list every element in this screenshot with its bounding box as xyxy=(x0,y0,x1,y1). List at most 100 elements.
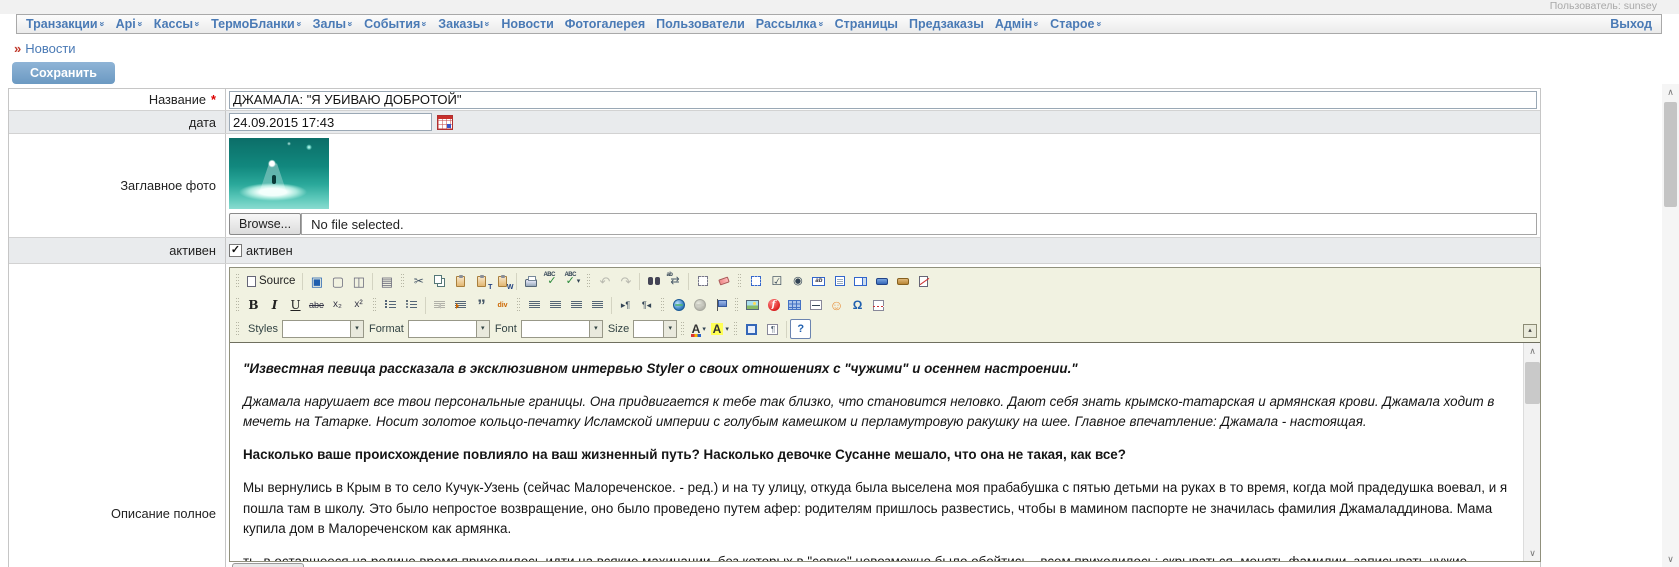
calendar-icon[interactable] xyxy=(437,114,453,130)
table-icon[interactable] xyxy=(784,295,805,315)
image-button-icon[interactable] xyxy=(892,271,913,291)
scroll-up-arrow-icon[interactable] xyxy=(1524,343,1540,359)
horizontal-rule-icon[interactable] xyxy=(805,295,826,315)
cut-icon[interactable]: ✂ xyxy=(408,271,429,291)
nav-item-kassy[interactable]: Кассы» xyxy=(154,17,203,31)
editor-content-area[interactable]: "Известная певица рассказала в эксклюзив… xyxy=(230,342,1540,561)
bulleted-list-icon[interactable] xyxy=(401,295,422,315)
nav-item-stranicy[interactable]: Страницы xyxy=(835,17,898,31)
image-icon[interactable] xyxy=(742,295,763,315)
page-scrollbar-thumb[interactable] xyxy=(1664,102,1677,207)
about-icon[interactable]: ? xyxy=(790,319,812,339)
text-direction-ltr-icon[interactable]: ▸¶ xyxy=(615,295,636,315)
textarea-icon[interactable] xyxy=(829,271,850,291)
font-select[interactable]: ▾ xyxy=(520,320,603,338)
text-field-icon[interactable] xyxy=(808,271,829,291)
selection-field-icon[interactable] xyxy=(850,271,871,291)
text-color-icon[interactable]: A ▾ xyxy=(688,319,709,339)
subscript-icon[interactable]: x₂ xyxy=(327,295,348,315)
find-icon[interactable] xyxy=(643,271,664,291)
chevron-down-icon[interactable]: ▾ xyxy=(663,321,677,337)
save-icon[interactable]: ▣ xyxy=(306,271,327,291)
italic-icon[interactable]: I xyxy=(264,295,285,315)
nav-item-novosti[interactable]: Новости xyxy=(501,17,553,31)
nav-logout[interactable]: Выход xyxy=(1610,17,1652,31)
nav-item-rassylka[interactable]: Рассылка» xyxy=(756,17,826,31)
new-page-icon[interactable]: ▢ xyxy=(327,271,348,291)
nav-item-tranzakcii[interactable]: Транзакции» xyxy=(26,17,107,31)
text-direction-rtl-icon[interactable]: ¶◂ xyxy=(636,295,657,315)
align-justify-icon[interactable] xyxy=(587,295,608,315)
nav-item-predzakazy[interactable]: Предзаказы xyxy=(909,17,984,31)
browse-button[interactable]: Browse... xyxy=(229,213,302,235)
paste-plain-text-icon[interactable]: T xyxy=(471,271,492,291)
select-all-icon[interactable] xyxy=(692,271,713,291)
editor-scrollbar-thumb[interactable] xyxy=(1525,362,1540,404)
bold-icon[interactable]: B xyxy=(243,295,264,315)
print-icon[interactable] xyxy=(520,271,541,291)
underline-icon[interactable]: U xyxy=(285,295,306,315)
align-right-icon[interactable] xyxy=(566,295,587,315)
date-input[interactable] xyxy=(229,113,432,131)
maximize-icon[interactable] xyxy=(741,319,762,339)
smiley-icon[interactable]: ☺ xyxy=(826,295,847,315)
chevron-down-icon: ▾ xyxy=(725,326,729,333)
scayt-icon[interactable]: ✓ ABC ▾ xyxy=(562,271,583,291)
check-spelling-icon[interactable]: ✓ ABC xyxy=(541,271,562,291)
title-input[interactable] xyxy=(229,90,1537,109)
anchor-icon[interactable] xyxy=(710,295,731,315)
breadcrumb-link-news[interactable]: Новости xyxy=(25,41,75,56)
page-break-icon[interactable] xyxy=(868,295,889,315)
nav-item-polzovateli[interactable]: Пользователи xyxy=(656,17,745,31)
div-container-icon[interactable]: div xyxy=(492,295,513,315)
paste-icon[interactable] xyxy=(450,271,471,291)
nav-item-sobytiya[interactable]: События» xyxy=(364,17,430,31)
nav-item-zakazy[interactable]: Заказы» xyxy=(438,17,493,31)
format-select[interactable]: ▾ xyxy=(407,320,490,338)
special-character-icon[interactable]: Ω xyxy=(847,295,868,315)
radio-button-icon[interactable]: ◉ xyxy=(787,271,808,291)
active-checkbox[interactable] xyxy=(229,244,242,257)
remove-format-icon[interactable] xyxy=(713,271,734,291)
replace-icon[interactable]: ⇄ ab xyxy=(664,271,685,291)
link-icon[interactable] xyxy=(668,295,689,315)
source-button[interactable]: Source xyxy=(243,271,299,291)
page-scrollbar[interactable] xyxy=(1662,84,1679,567)
button-icon[interactable] xyxy=(871,271,892,291)
chevron-down-icon[interactable]: ▾ xyxy=(349,321,363,337)
nav-item-admin[interactable]: Адмiн» xyxy=(995,17,1042,31)
nav-item-api[interactable]: Api» xyxy=(116,17,146,31)
numbered-list-icon[interactable] xyxy=(380,295,401,315)
save-button[interactable]: Сохранить xyxy=(12,62,115,84)
flash-icon[interactable] xyxy=(763,295,784,315)
strikethrough-icon[interactable]: abe xyxy=(306,295,327,315)
increase-indent-icon[interactable] xyxy=(450,295,471,315)
blockquote-icon[interactable]: ” xyxy=(471,295,492,315)
copy-icon[interactable] xyxy=(429,271,450,291)
checkbox-icon[interactable]: ☑ xyxy=(766,271,787,291)
hidden-field-icon[interactable] xyxy=(913,271,934,291)
background-color-icon[interactable]: A ▾ xyxy=(709,319,730,339)
size-select[interactable]: ▾ xyxy=(633,320,678,338)
toolbar-collapse-button[interactable] xyxy=(1523,324,1537,338)
show-blocks-icon[interactable] xyxy=(762,319,783,339)
editor-element-path-button[interactable] xyxy=(232,563,304,567)
form-icon[interactable] xyxy=(745,271,766,291)
nav-item-staroe[interactable]: Старое» xyxy=(1050,17,1104,31)
superscript-icon[interactable]: x² xyxy=(348,295,369,315)
chevron-down-icon[interactable]: ▾ xyxy=(588,321,602,337)
paste-from-word-icon[interactable]: W xyxy=(492,271,513,291)
styles-select[interactable]: ▾ xyxy=(281,320,364,338)
templates-icon[interactable]: ▤ xyxy=(376,271,397,291)
nav-item-fotogalereya[interactable]: Фотогалерея xyxy=(565,17,645,31)
preview-icon[interactable]: ◫ xyxy=(348,271,369,291)
chevron-down-icon[interactable]: ▾ xyxy=(475,321,489,337)
scroll-down-arrow-icon[interactable] xyxy=(1524,545,1540,561)
nav-item-termoblanki[interactable]: ТермоБланки» xyxy=(211,17,304,31)
editor-scrollbar[interactable] xyxy=(1523,343,1540,561)
align-left-icon[interactable] xyxy=(524,295,545,315)
page-scroll-down-arrow-icon[interactable] xyxy=(1662,551,1679,567)
nav-item-zaly[interactable]: Залы» xyxy=(313,17,356,31)
align-center-icon[interactable] xyxy=(545,295,566,315)
page-scroll-up-arrow-icon[interactable] xyxy=(1662,84,1679,100)
